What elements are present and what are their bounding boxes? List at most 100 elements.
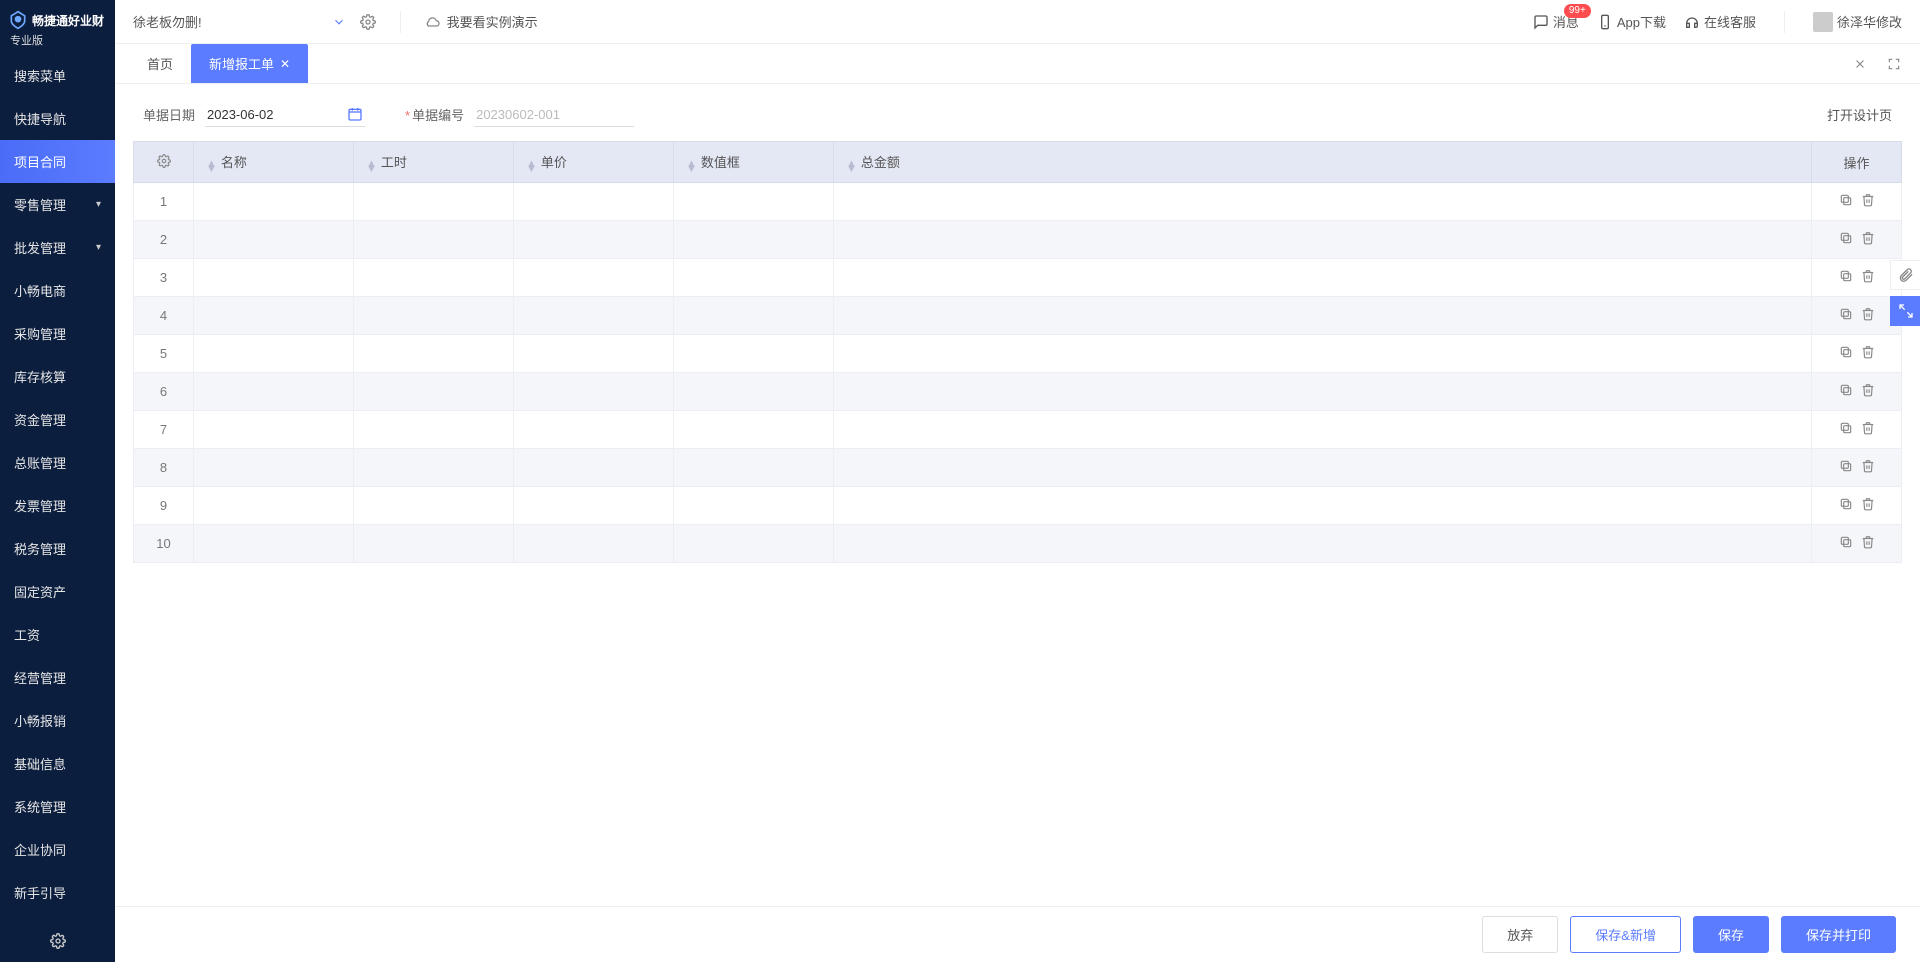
- sidebar-item[interactable]: 税务管理: [0, 527, 115, 570]
- copy-row-button[interactable]: [1839, 194, 1853, 210]
- cell-num[interactable]: [674, 335, 834, 373]
- cell-name[interactable]: [194, 259, 354, 297]
- cell-price[interactable]: [514, 449, 674, 487]
- cell-hours[interactable]: [354, 411, 514, 449]
- cell-name[interactable]: [194, 335, 354, 373]
- sidebar-item[interactable]: 零售管理▾: [0, 183, 115, 226]
- attachment-button[interactable]: [1890, 260, 1920, 290]
- cell-hours[interactable]: [354, 259, 514, 297]
- cell-hours[interactable]: [354, 221, 514, 259]
- cell-price[interactable]: [514, 411, 674, 449]
- gear-icon[interactable]: [157, 154, 171, 168]
- sidebar-item[interactable]: 发票管理: [0, 484, 115, 527]
- sidebar-item[interactable]: 项目合同: [0, 140, 115, 183]
- cell-total[interactable]: [834, 373, 1812, 411]
- row-ops[interactable]: [1812, 411, 1902, 449]
- sidebar-item[interactable]: 系统管理: [0, 785, 115, 828]
- sidebar-item[interactable]: 固定资产: [0, 570, 115, 613]
- sidebar-item[interactable]: 资金管理: [0, 398, 115, 441]
- cell-hours[interactable]: [354, 373, 514, 411]
- row-ops[interactable]: [1812, 525, 1902, 563]
- copy-row-button[interactable]: [1839, 308, 1853, 324]
- sidebar-item[interactable]: 采购管理: [0, 312, 115, 355]
- sidebar-item[interactable]: 搜索菜单: [0, 54, 115, 97]
- copy-row-button[interactable]: [1839, 460, 1853, 476]
- cell-name[interactable]: [194, 525, 354, 563]
- sidebar-item[interactable]: 批发管理▾: [0, 226, 115, 269]
- sidebar-item[interactable]: 快捷导航: [0, 97, 115, 140]
- sidebar-item[interactable]: 基础信息: [0, 742, 115, 785]
- column-header[interactable]: ▲▼单价: [514, 142, 674, 183]
- demo-link[interactable]: 我要看实例演示: [425, 12, 538, 31]
- date-input[interactable]: 2023-06-02: [205, 102, 365, 127]
- cell-price[interactable]: [514, 297, 674, 335]
- save-button[interactable]: 保存: [1693, 916, 1769, 953]
- row-ops[interactable]: [1812, 221, 1902, 259]
- copy-row-button[interactable]: [1839, 536, 1853, 552]
- copy-row-button[interactable]: [1839, 384, 1853, 400]
- company-settings-button[interactable]: [360, 14, 376, 30]
- expand-button[interactable]: [1890, 296, 1920, 326]
- row-ops[interactable]: [1812, 183, 1902, 221]
- tab[interactable]: 新增报工单✕: [191, 44, 308, 83]
- messages-button[interactable]: 消息 99+: [1533, 12, 1579, 31]
- cell-total[interactable]: [834, 221, 1812, 259]
- support-button[interactable]: 在线客服: [1684, 12, 1756, 31]
- delete-row-button[interactable]: [1861, 346, 1875, 362]
- cell-name[interactable]: [194, 449, 354, 487]
- column-header[interactable]: ▲▼工时: [354, 142, 514, 183]
- cell-total[interactable]: [834, 259, 1812, 297]
- column-header[interactable]: ▲▼名称: [194, 142, 354, 183]
- company-selector[interactable]: 徐老板勿删!: [133, 12, 346, 31]
- cell-num[interactable]: [674, 373, 834, 411]
- app-download-button[interactable]: App下载: [1597, 12, 1666, 31]
- cell-num[interactable]: [674, 449, 834, 487]
- save-and-print-button[interactable]: 保存并打印: [1781, 916, 1896, 953]
- cell-hours[interactable]: [354, 297, 514, 335]
- fullscreen-button[interactable]: [1882, 52, 1906, 76]
- row-ops[interactable]: [1812, 259, 1902, 297]
- copy-row-button[interactable]: [1839, 422, 1853, 438]
- delete-row-button[interactable]: [1861, 308, 1875, 324]
- cell-total[interactable]: [834, 411, 1812, 449]
- cell-total[interactable]: [834, 183, 1812, 221]
- delete-row-button[interactable]: [1861, 232, 1875, 248]
- settings-button[interactable]: [0, 923, 115, 962]
- copy-row-button[interactable]: [1839, 498, 1853, 514]
- cell-num[interactable]: [674, 487, 834, 525]
- delete-row-button[interactable]: [1861, 384, 1875, 400]
- cell-price[interactable]: [514, 335, 674, 373]
- cell-price[interactable]: [514, 221, 674, 259]
- sidebar-item[interactable]: 企业协同: [0, 828, 115, 871]
- close-icon[interactable]: ✕: [280, 57, 290, 71]
- sidebar-item[interactable]: 工资: [0, 613, 115, 656]
- cell-name[interactable]: [194, 297, 354, 335]
- copy-row-button[interactable]: [1839, 270, 1853, 286]
- cell-hours[interactable]: [354, 183, 514, 221]
- cell-num[interactable]: [674, 525, 834, 563]
- cell-num[interactable]: [674, 297, 834, 335]
- cell-hours[interactable]: [354, 449, 514, 487]
- sidebar-item[interactable]: 库存核算: [0, 355, 115, 398]
- cell-total[interactable]: [834, 335, 1812, 373]
- close-all-tabs-button[interactable]: [1848, 52, 1872, 76]
- cell-name[interactable]: [194, 183, 354, 221]
- cell-hours[interactable]: [354, 487, 514, 525]
- delete-row-button[interactable]: [1861, 194, 1875, 210]
- delete-row-button[interactable]: [1861, 270, 1875, 286]
- cell-price[interactable]: [514, 525, 674, 563]
- sidebar-item[interactable]: 新手引导: [0, 871, 115, 914]
- row-ops[interactable]: [1812, 373, 1902, 411]
- row-ops[interactable]: [1812, 297, 1902, 335]
- delete-row-button[interactable]: [1861, 498, 1875, 514]
- cell-total[interactable]: [834, 449, 1812, 487]
- cell-price[interactable]: [514, 259, 674, 297]
- tab[interactable]: 首页: [129, 44, 191, 83]
- column-header[interactable]: ▲▼总金额: [834, 142, 1812, 183]
- sidebar-item[interactable]: 小畅电商: [0, 269, 115, 312]
- cell-name[interactable]: [194, 411, 354, 449]
- row-ops[interactable]: [1812, 487, 1902, 525]
- open-designer-link[interactable]: 打开设计页: [1827, 105, 1892, 124]
- copy-row-button[interactable]: [1839, 232, 1853, 248]
- sidebar-item[interactable]: 小畅报销: [0, 699, 115, 742]
